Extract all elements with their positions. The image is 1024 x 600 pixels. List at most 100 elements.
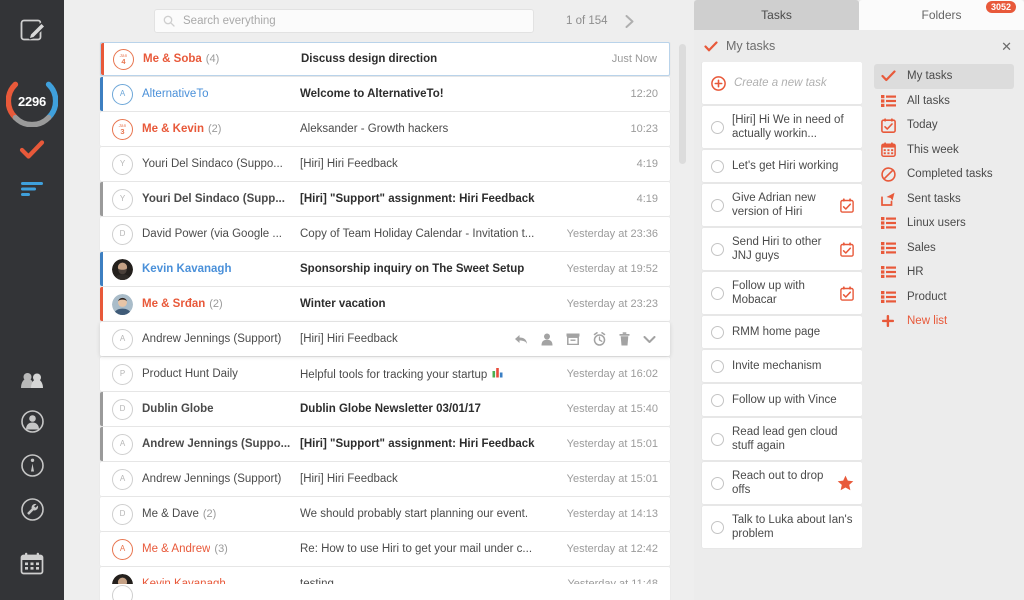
task-card[interactable]: [Hiri] Hi We in need of actually workin.…	[702, 106, 862, 148]
email-row-partial[interactable]	[100, 584, 670, 600]
email-subject: [Hiri] Hiri Feedback	[300, 333, 514, 345]
trash-icon[interactable]	[619, 332, 630, 346]
rail-bottom-icons	[19, 372, 45, 600]
calendar-icon[interactable]	[19, 551, 45, 582]
sender-block: Dublin Globe	[142, 403, 294, 415]
check-icon	[881, 70, 898, 82]
task-complete-checkbox[interactable]	[711, 326, 724, 339]
email-row[interactable]: DMe & Dave(2)We should probably start pl…	[100, 497, 670, 531]
task-complete-checkbox[interactable]	[711, 287, 724, 300]
task-text: Invite mechanism	[732, 359, 854, 373]
email-row[interactable]: YYouri Del Sindaco (Supp...[Hiri] "Suppo…	[100, 182, 670, 216]
email-row[interactable]: AAlternativeToWelcome to AlternativeTo!1…	[100, 77, 670, 111]
email-row[interactable]: Jan4Me & Soba(4)Discuss design direction…	[100, 42, 670, 76]
contact-circle-icon[interactable]	[20, 409, 45, 439]
list-icon	[881, 290, 898, 304]
search-box[interactable]	[154, 9, 534, 33]
task-list-item-linux-users[interactable]: Linux users	[874, 211, 1014, 236]
email-list[interactable]: Jan4Me & Soba(4)Discuss design direction…	[64, 42, 694, 600]
email-row[interactable]: AMe & Andrew(3)Re: How to use Hiri to ge…	[100, 532, 670, 566]
task-complete-checkbox[interactable]	[711, 433, 724, 446]
unread-count-gauge[interactable]: 2296	[6, 75, 58, 127]
chevron-right-icon[interactable]	[622, 14, 637, 29]
task-list-item-sales[interactable]: Sales	[874, 236, 1014, 261]
task-card[interactable]: Follow up with Vince	[702, 384, 862, 416]
task-card[interactable]: Follow up with Mobacar	[702, 272, 862, 314]
email-row[interactable]: AAndrew Jennings (Suppo...[Hiri] "Suppor…	[100, 427, 670, 461]
email-list-scrollbar[interactable]	[679, 44, 686, 596]
archive-icon[interactable]	[566, 333, 580, 345]
row-accent-bar	[100, 112, 103, 146]
email-row[interactable]: AAndrew Jennings (Support)[Hiri] Hiri Fe…	[100, 462, 670, 496]
info-circle-icon[interactable]	[20, 453, 45, 483]
snooze-clock-icon[interactable]	[593, 332, 606, 346]
task-list-item-new-list[interactable]: New list	[874, 309, 1014, 334]
create-new-task-card[interactable]: Create a new task	[702, 62, 862, 104]
task-card[interactable]: Reach out to drop offs	[702, 462, 862, 504]
blue-lines-icon[interactable]	[19, 181, 45, 202]
email-time: Yesterday at 23:23	[567, 298, 658, 310]
email-row[interactable]: Jan3Me & Kevin(2)Aleksander - Growth hac…	[100, 112, 670, 146]
task-card[interactable]: Invite mechanism	[702, 350, 862, 382]
task-card[interactable]: Let's get Hiri working	[702, 150, 862, 182]
email-row[interactable]: Kevin KavanaghSponsorship inquiry on The…	[100, 252, 670, 286]
task-list-item-my-tasks[interactable]: My tasks	[874, 64, 1014, 89]
email-row[interactable]: PProduct Hunt DailyHelpful tools for tra…	[100, 357, 670, 391]
task-list-item-this-week[interactable]: This week	[874, 138, 1014, 163]
task-complete-checkbox[interactable]	[711, 160, 724, 173]
email-row[interactable]: YYouri Del Sindaco (Suppo...[Hiri] Hiri …	[100, 147, 670, 181]
task-complete-checkbox[interactable]	[711, 477, 724, 490]
people-icon[interactable]	[19, 372, 45, 395]
task-list-item-completed-tasks[interactable]: Completed tasks	[874, 162, 1014, 187]
scrollbar-thumb[interactable]	[679, 44, 686, 164]
sender-name: Me & Soba	[143, 53, 202, 65]
email-row[interactable]: Me & Srđan(2)Winter vacationYesterday at…	[100, 287, 670, 321]
task-complete-checkbox[interactable]	[711, 121, 724, 134]
tab-tasks[interactable]: Tasks	[694, 0, 859, 30]
orange-check-icon[interactable]	[19, 140, 45, 165]
task-card[interactable]: RMM home page	[702, 316, 862, 348]
calendar-due-icon[interactable]	[840, 242, 854, 257]
avatar: Y	[112, 154, 133, 175]
plus-circle-icon[interactable]	[711, 76, 726, 91]
chevron-down-icon[interactable]	[643, 335, 656, 344]
task-card[interactable]: Give Adrian new version of Hiri	[702, 184, 862, 226]
person-icon[interactable]	[541, 333, 553, 346]
task-list-item-today[interactable]: Today	[874, 113, 1014, 138]
search-input[interactable]	[183, 15, 525, 27]
task-complete-checkbox[interactable]	[711, 521, 724, 534]
email-subject: Discuss design direction	[301, 53, 602, 65]
panel-body: Create a new task[Hiri] Hi We in need of…	[694, 62, 1024, 600]
reply-icon[interactable]	[514, 333, 528, 346]
task-card[interactable]: Read lead gen cloud stuff again	[702, 418, 862, 460]
task-card[interactable]: Send Hiri to other JNJ guys	[702, 228, 862, 270]
task-complete-checkbox[interactable]	[711, 199, 724, 212]
task-card-column[interactable]: Create a new task[Hiri] Hi We in need of…	[694, 62, 862, 600]
compose-pencil-icon[interactable]	[18, 16, 46, 49]
star-icon[interactable]	[837, 475, 854, 491]
row-accent-bar	[100, 532, 103, 566]
task-list-label: HR	[907, 266, 924, 278]
task-list-label: Today	[907, 119, 938, 131]
task-list-item-sent-tasks[interactable]: Sent tasks	[874, 187, 1014, 212]
email-row[interactable]: DDublin GlobeDublin Globe Newsletter 03/…	[100, 392, 670, 426]
calendar-due-icon[interactable]	[840, 198, 854, 213]
pager: 1 of 154	[566, 14, 637, 29]
task-complete-checkbox[interactable]	[711, 243, 724, 256]
calendar-due-icon[interactable]	[840, 286, 854, 301]
task-complete-checkbox[interactable]	[711, 394, 724, 407]
email-row[interactable]: DDavid Power (via Google ...Copy of Team…	[100, 217, 670, 251]
wrench-circle-icon[interactable]	[20, 497, 45, 527]
task-list-item-product[interactable]: Product	[874, 285, 1014, 310]
task-complete-checkbox[interactable]	[711, 360, 724, 373]
task-text: Follow up with Mobacar	[732, 279, 835, 307]
task-list-item-all-tasks[interactable]: All tasks	[874, 89, 1014, 114]
sender-name: Dublin Globe	[142, 403, 214, 415]
task-lists-column[interactable]: My tasksAll tasks Today This weekCompleted…	[862, 62, 1024, 600]
close-icon[interactable]: ✕	[1001, 40, 1012, 53]
task-card[interactable]: Talk to Luka about Ian's problem	[702, 506, 862, 548]
sender-block: Me & Dave(2)	[142, 508, 294, 520]
email-row[interactable]: AAndrew Jennings (Support)[Hiri] Hiri Fe…	[100, 322, 670, 356]
sender-block: Youri Del Sindaco (Supp...	[142, 193, 294, 205]
task-list-item-hr[interactable]: HR	[874, 260, 1014, 285]
